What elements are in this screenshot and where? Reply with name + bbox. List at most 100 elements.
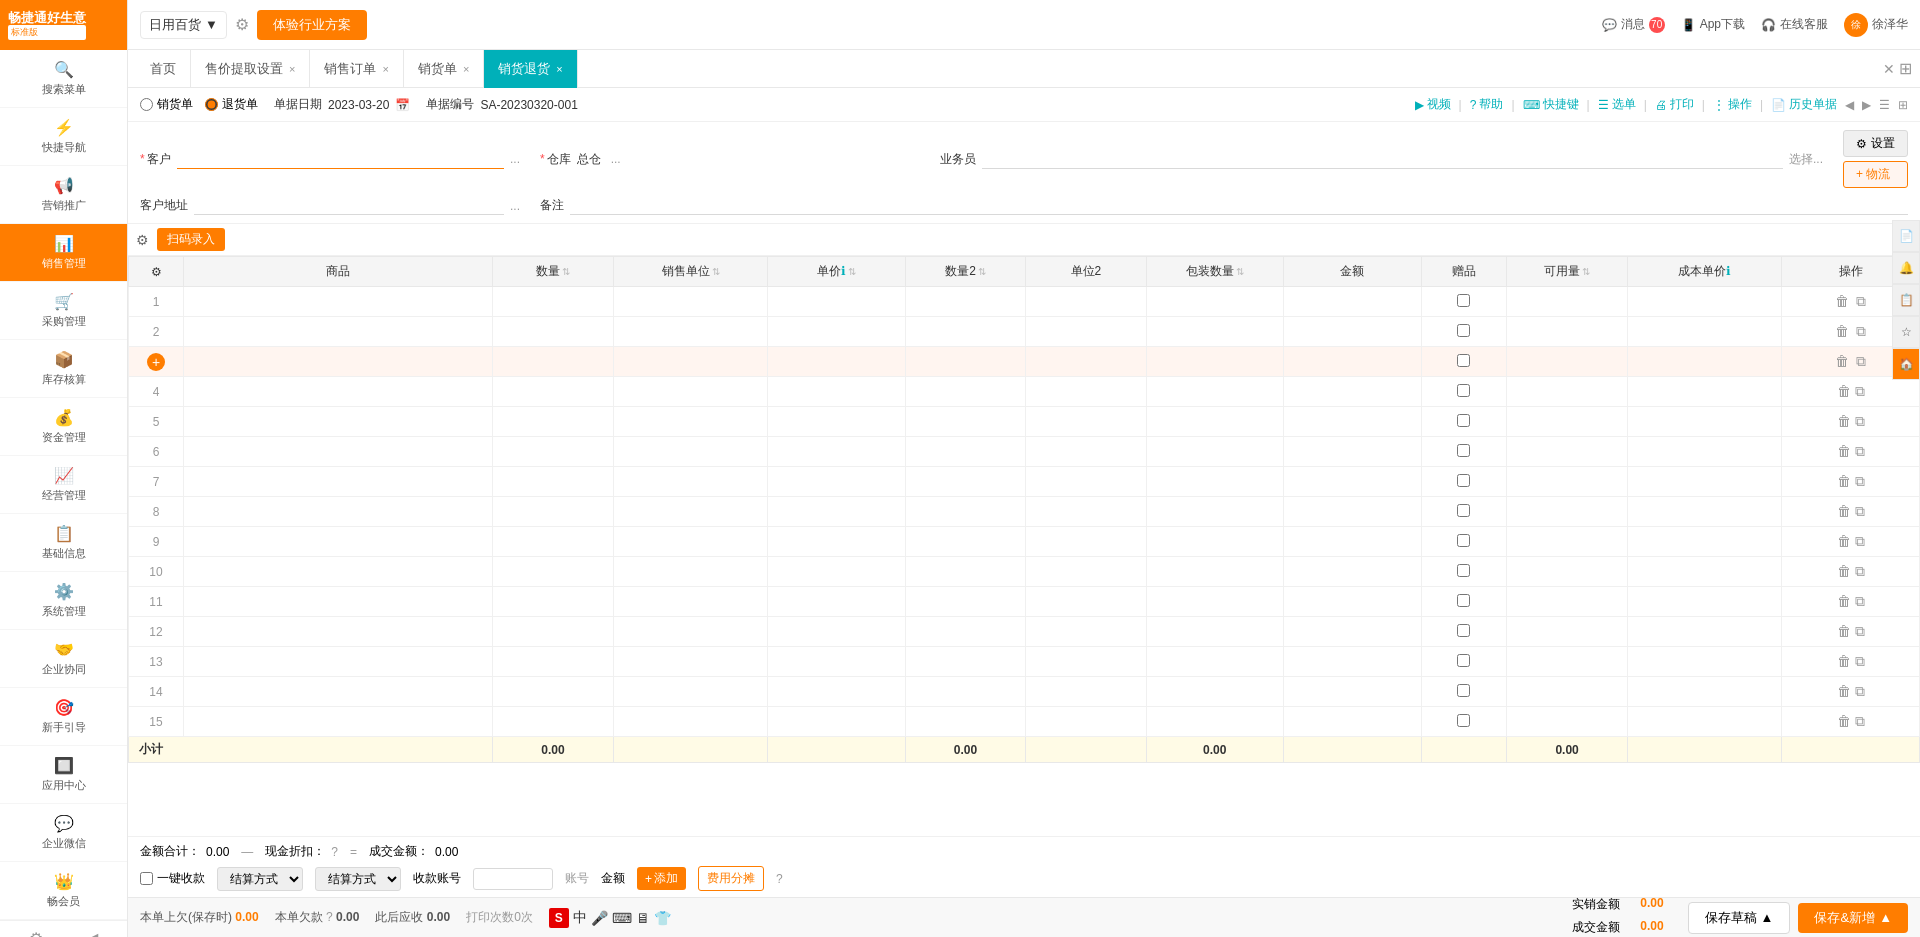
tab-sales-delivery-close[interactable]: × xyxy=(463,63,469,75)
gift-checkbox-14[interactable] xyxy=(1457,684,1470,697)
app-download-item[interactable]: 📱 App下载 xyxy=(1681,16,1745,33)
radio-sale-delivery[interactable]: 销货单 xyxy=(140,96,193,113)
unit-price-info-icon[interactable]: ℹ xyxy=(841,264,846,278)
unit2-cell-1[interactable] xyxy=(1026,287,1146,317)
delete-row-10-icon[interactable]: 🗑 xyxy=(1837,563,1851,579)
gift-checkbox-2[interactable] xyxy=(1457,324,1470,337)
view-list-icon[interactable]: ☰ xyxy=(1879,98,1890,112)
sales-unit-cell-3[interactable] xyxy=(613,347,768,377)
view-grid-icon[interactable]: ⊞ xyxy=(1898,98,1908,112)
calendar-icon[interactable]: 📅 xyxy=(395,98,410,112)
gift-cell-2[interactable] xyxy=(1421,317,1507,347)
unit-price-cell-2[interactable] xyxy=(768,317,906,347)
sidebar-item-marketing[interactable]: 📢 营销推广 xyxy=(0,166,127,224)
gift-checkbox-1[interactable] xyxy=(1457,294,1470,307)
delete-row-1-icon[interactable]: 🗑 xyxy=(1835,293,1849,309)
video-action[interactable]: ▶ 视频 xyxy=(1415,96,1451,113)
amount-cell-2[interactable] xyxy=(1284,317,1422,347)
sidebar-item-system[interactable]: ⚙️ 系统管理 xyxy=(0,572,127,630)
gift-checkbox-4[interactable] xyxy=(1457,384,1470,397)
quick-btn-star[interactable]: ☆ xyxy=(1892,316,1920,348)
tab-home[interactable]: 首页 xyxy=(136,50,191,88)
quick-btn-clip[interactable]: 📋 xyxy=(1892,284,1920,316)
gift-checkbox-15[interactable] xyxy=(1457,714,1470,727)
quick-btn-home[interactable]: 🏠 xyxy=(1892,348,1920,380)
delete-row-12-icon[interactable]: 🗑 xyxy=(1837,623,1851,639)
staff-placeholder[interactable]: 选择... xyxy=(1789,151,1823,168)
fee-split-btn[interactable]: 费用分摊 xyxy=(698,866,764,891)
cost-price-cell-3[interactable] xyxy=(1627,347,1782,377)
remark-input[interactable] xyxy=(570,196,1908,215)
question-icon3[interactable]: ? xyxy=(326,910,333,924)
unit2-cell-3[interactable] xyxy=(1026,347,1146,377)
cost-price-cell-1[interactable] xyxy=(1627,287,1782,317)
delete-row-6-icon[interactable]: 🗑 xyxy=(1837,443,1851,459)
sidebar-item-finance[interactable]: 💰 资金管理 xyxy=(0,398,127,456)
scan-btn[interactable]: 扫码录入 xyxy=(157,228,225,251)
quick-btn-doc[interactable]: 📄 xyxy=(1892,220,1920,252)
copy-row-1-icon[interactable]: ⧉ xyxy=(1856,293,1866,309)
delete-row-7-icon[interactable]: 🗑 xyxy=(1837,473,1851,489)
tab-sales-return[interactable]: 销货退货 × xyxy=(484,50,577,88)
sidebar-item-search[interactable]: 🔍 搜索菜单 xyxy=(0,50,127,108)
product-cell-2[interactable] xyxy=(184,317,493,347)
quick-btn-bell[interactable]: 🔔 xyxy=(1892,252,1920,284)
delete-row-3-icon[interactable]: 🗑 xyxy=(1835,353,1849,369)
tab-sales-order[interactable]: 销售订单 × xyxy=(310,50,403,88)
gift-cell-1[interactable] xyxy=(1421,287,1507,317)
history-prev-icon[interactable]: ◀ xyxy=(1845,98,1854,112)
tab-price-setting[interactable]: 售价提取设置 × xyxy=(191,50,310,88)
cost-price-info-icon[interactable]: ℹ xyxy=(1726,264,1731,278)
delete-row-13-icon[interactable]: 🗑 xyxy=(1837,653,1851,669)
account-ellipsis[interactable]: 账号 xyxy=(565,870,589,887)
gift-checkbox-5[interactable] xyxy=(1457,414,1470,427)
table-container[interactable]: ⚙ 商品 数量⇅ 销售单位⇅ 单价ℹ⇅ 数量2⇅ 单位2 包装数量⇅ 金额 赠品… xyxy=(128,256,1920,836)
fee-help-icon[interactable]: ? xyxy=(776,872,783,886)
copy-row-4-icon[interactable]: ⧉ xyxy=(1855,383,1865,399)
available-cell-3[interactable] xyxy=(1507,347,1627,377)
gift-checkbox-12[interactable] xyxy=(1457,624,1470,637)
sidebar-item-member[interactable]: 👑 畅会员 xyxy=(0,862,127,920)
sidebar-item-inventory[interactable]: 📦 库存核算 xyxy=(0,340,127,398)
account-input[interactable] xyxy=(473,868,553,890)
history-action[interactable]: 📄 历史单据 xyxy=(1771,96,1837,113)
product-cell-1[interactable] xyxy=(184,287,493,317)
gift-cell-3[interactable] xyxy=(1421,347,1507,377)
copy-row-2-icon[interactable]: ⧉ xyxy=(1856,323,1866,339)
save-new-btn[interactable]: 保存&新增 ▲ xyxy=(1798,903,1908,933)
logistics-btn[interactable]: + 物流 xyxy=(1843,161,1908,188)
product-input-3[interactable] xyxy=(190,355,486,369)
sidebar-item-operations[interactable]: 📈 经营管理 xyxy=(0,456,127,514)
gear-icon[interactable]: ⚙ xyxy=(151,265,162,279)
warehouse-ellipsis[interactable]: ... xyxy=(611,152,621,166)
history-next-icon[interactable]: ▶ xyxy=(1862,98,1871,112)
industry-dropdown[interactable]: 日用百货 ▼ xyxy=(140,11,227,39)
copy-row-5-icon[interactable]: ⧉ xyxy=(1855,413,1865,429)
print-action[interactable]: 🖨 打印 xyxy=(1655,96,1694,113)
radio-input-return[interactable] xyxy=(205,98,218,111)
tab-sales-delivery[interactable]: 销货单 × xyxy=(404,50,484,88)
sales-unit-sort[interactable]: ⇅ xyxy=(712,266,720,277)
unit-price-cell-3[interactable] xyxy=(768,347,906,377)
gift-checkbox-6[interactable] xyxy=(1457,444,1470,457)
delete-row-9-icon[interactable]: 🗑 xyxy=(1837,533,1851,549)
gift-checkbox-10[interactable] xyxy=(1457,564,1470,577)
add-row-btn[interactable]: + xyxy=(147,353,165,371)
calc-method-select[interactable]: 结算方式 xyxy=(217,867,303,891)
quantity-cell-2[interactable] xyxy=(493,317,613,347)
amount-cell-1[interactable] xyxy=(1284,287,1422,317)
message-item[interactable]: 💬 消息 70 xyxy=(1602,16,1665,33)
online-service-item[interactable]: 🎧 在线客服 xyxy=(1761,16,1828,33)
radio-input-sale[interactable] xyxy=(140,98,153,111)
settings-btn[interactable]: ⚙ 设置 xyxy=(1843,130,1908,157)
help-action[interactable]: ? 帮助 xyxy=(1470,96,1504,113)
sidebar-item-sales[interactable]: 📊 销售管理 xyxy=(0,224,127,282)
radio-sale-return[interactable]: 退货单 xyxy=(205,96,258,113)
collapse-icon[interactable]: ◀ xyxy=(86,929,98,937)
close-all-tabs-icon[interactable]: ✕ xyxy=(1883,61,1895,77)
tab-sales-order-close[interactable]: × xyxy=(382,63,388,75)
calc-method2-select[interactable]: 结算方式 xyxy=(315,867,401,891)
delete-row-2-icon[interactable]: 🗑 xyxy=(1835,323,1849,339)
amount-cell-3[interactable] xyxy=(1284,347,1422,377)
available-cell-1[interactable] xyxy=(1507,287,1627,317)
